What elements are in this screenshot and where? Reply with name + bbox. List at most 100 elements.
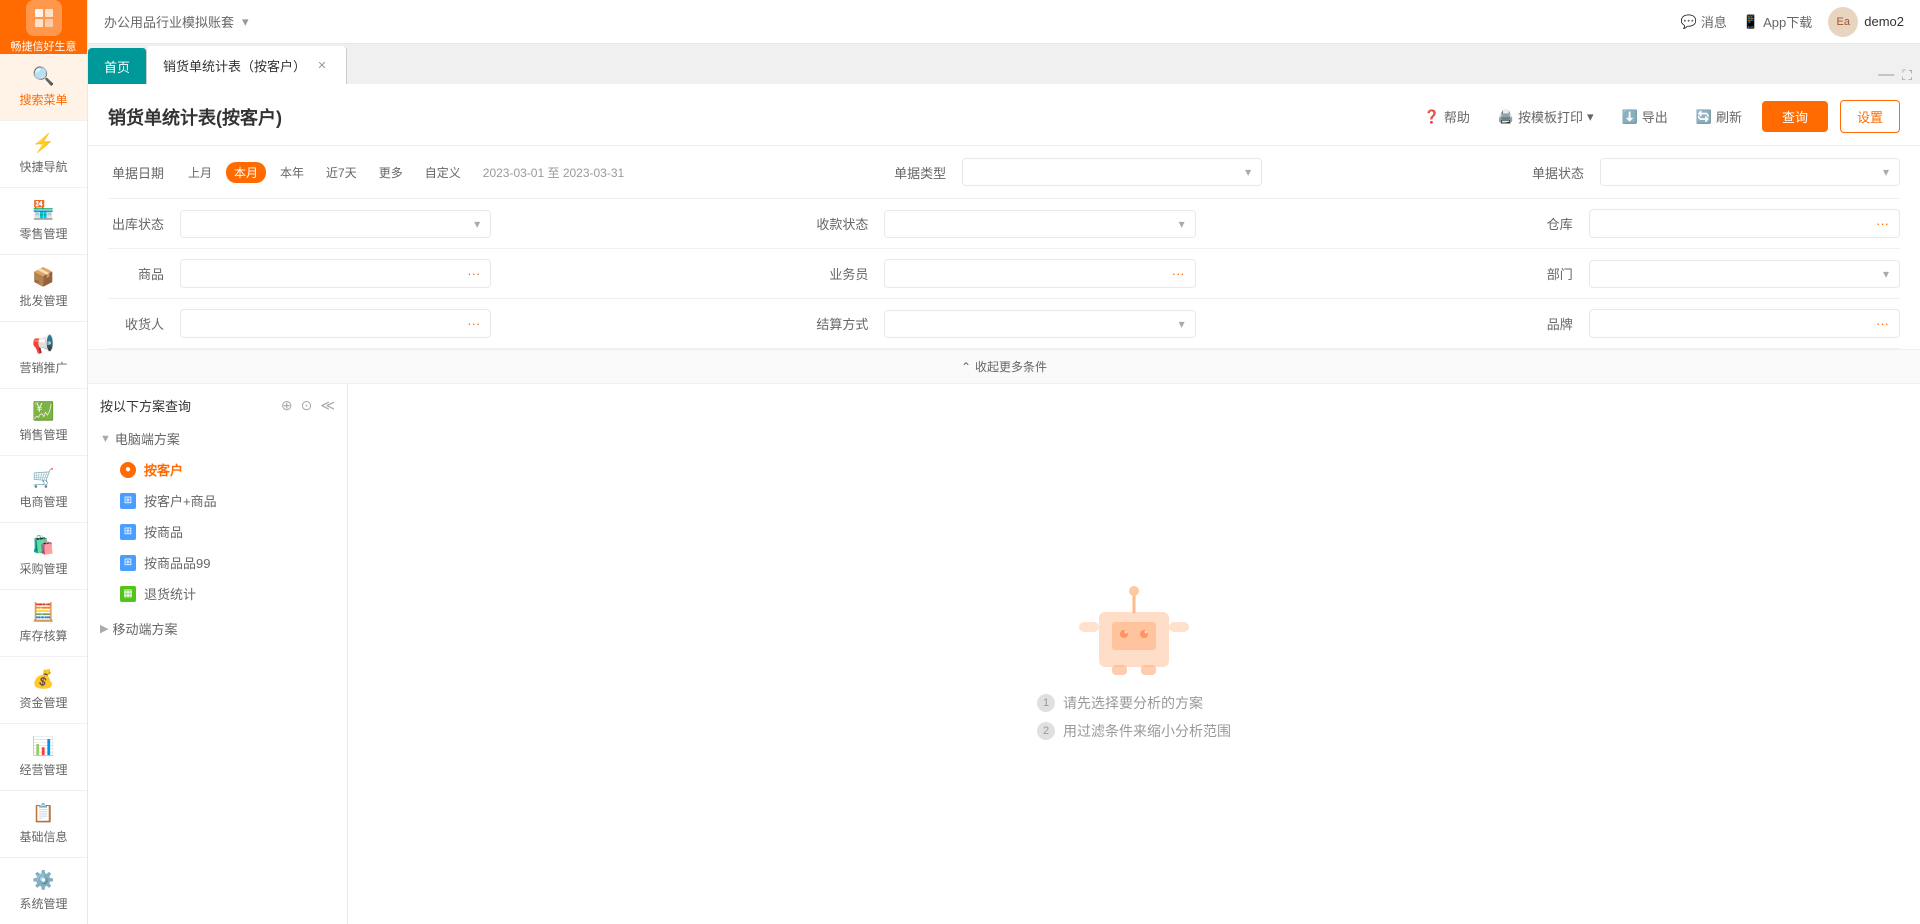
scheme-item-by-goods-99[interactable]: ⊞ 按商品品99 bbox=[88, 547, 347, 578]
tab-sales-stat[interactable]: 销货单统计表（按客户） ✕ bbox=[147, 46, 347, 84]
sidebar-item-label: 营销推广 bbox=[4, 359, 84, 376]
salesperson-field[interactable]: ··· bbox=[884, 259, 1195, 288]
settings-scheme-icon[interactable]: ⊙ bbox=[301, 397, 313, 414]
date-tab-lastmonth[interactable]: 上月 bbox=[180, 162, 220, 183]
sidebar-item-search[interactable]: 🔍 搜索菜单 bbox=[0, 54, 88, 121]
system-icon: ⚙️ bbox=[4, 870, 84, 891]
sidebar-item-system[interactable]: ⚙️ 系统管理 bbox=[0, 858, 88, 924]
scheme-item-return-stat[interactable]: ▦ 退货统计 bbox=[88, 578, 347, 609]
scheme-group-mobile: ▶ 移动端方案 bbox=[88, 613, 347, 644]
collapse-bar[interactable]: ⌃ 收起更多条件 bbox=[88, 349, 1920, 384]
hint-num-2: 2 bbox=[1037, 722, 1055, 740]
warehouse-field[interactable]: ··· bbox=[1589, 209, 1900, 238]
sidebar-item-retail[interactable]: 🏪 零售管理 bbox=[0, 188, 88, 255]
retail-icon: 🏪 bbox=[4, 200, 84, 221]
date-tab-custom[interactable]: 自定义 bbox=[417, 162, 469, 183]
dept-select[interactable]: ▾ bbox=[1589, 260, 1900, 288]
out-status-select[interactable]: ▾ bbox=[180, 210, 491, 238]
top-header: 办公用品行业模拟账套 ▾ 💬 消息 📱 App下载 Ea demo2 bbox=[88, 0, 1920, 44]
settings-button[interactable]: 设置 bbox=[1840, 100, 1900, 133]
date-tab-thisyear[interactable]: 本年 bbox=[272, 162, 312, 183]
help-button[interactable]: ❓ 帮助 bbox=[1416, 103, 1478, 130]
order-type-label: 单据类型 bbox=[890, 163, 946, 182]
export-button[interactable]: ⬇️ 导出 bbox=[1614, 103, 1676, 130]
app-download-button[interactable]: 📱 App下载 bbox=[1743, 12, 1812, 31]
receive-status-select[interactable]: ▾ bbox=[884, 210, 1195, 238]
basic-icon: 📋 bbox=[4, 803, 84, 824]
salesperson-label: 业务员 bbox=[812, 264, 868, 283]
scheme-panel: 按以下方案查询 ⊕ ⊙ ≪ ▼ 电脑端方案 ● 按客户 bbox=[88, 384, 348, 924]
receiver-field[interactable]: ··· bbox=[180, 309, 491, 338]
order-type-select[interactable]: ▾ bbox=[962, 158, 1262, 186]
logo-subtitle: 畅捷信好生意 bbox=[11, 38, 77, 54]
brand-field[interactable]: ··· bbox=[1589, 309, 1900, 338]
hint-text-2: 用过滤条件来缩小分析范围 bbox=[1063, 721, 1231, 741]
sidebar-item-sales[interactable]: 💹 销售管理 bbox=[0, 389, 88, 456]
inventory-icon: 🧮 bbox=[4, 602, 84, 623]
empty-hint-2: 2 用过滤条件来缩小分析范围 bbox=[1037, 721, 1231, 741]
sidebar-item-label: 零售管理 bbox=[4, 225, 84, 242]
sidebar-item-ecommerce[interactable]: 🛒 电商管理 bbox=[0, 456, 88, 523]
scheme-item-by-customer-goods[interactable]: ⊞ 按客户+商品 bbox=[88, 485, 347, 516]
sidebar-item-ops[interactable]: 📊 经营管理 bbox=[0, 724, 88, 791]
sidebar-item-wholesale[interactable]: 📦 批发管理 bbox=[0, 255, 88, 322]
collapse-scheme-icon[interactable]: ≪ bbox=[320, 397, 335, 414]
ops-icon: 📊 bbox=[4, 736, 84, 757]
sidebar-item-label: 资金管理 bbox=[4, 694, 84, 711]
sidebar: 畅捷信好生意 🔍 搜索菜单 ⚡ 快捷导航 🏪 零售管理 📦 批发管理 📢 营销推… bbox=[0, 0, 88, 924]
sales-icon: 💹 bbox=[4, 401, 84, 422]
sidebar-item-basic[interactable]: 📋 基础信息 bbox=[0, 791, 88, 858]
maximize-icon[interactable]: ⛶ bbox=[1902, 67, 1912, 84]
ecommerce-icon: 🛒 bbox=[4, 468, 84, 489]
scheme-item-label: 按客户+商品 bbox=[144, 491, 217, 510]
date-tab-more[interactable]: 更多 bbox=[371, 162, 411, 183]
scheme-group-desktop-label: 电脑端方案 bbox=[115, 429, 180, 448]
sidebar-item-finance[interactable]: 💰 资金管理 bbox=[0, 657, 88, 724]
warehouse-label: 仓库 bbox=[1517, 214, 1573, 233]
add-scheme-icon[interactable]: ⊕ bbox=[281, 397, 293, 414]
refresh-button[interactable]: 🔄 刷新 bbox=[1688, 103, 1750, 130]
logo[interactable]: 畅捷信好生意 bbox=[0, 0, 88, 54]
sidebar-item-inventory[interactable]: 🧮 库存核算 bbox=[0, 590, 88, 657]
page-content: 销货单统计表(按客户) ❓ 帮助 🖨️ 按模板打印 ▾ ⬇️ 导出 🔄 刷新 bbox=[88, 84, 1920, 924]
message-icon: 💬 bbox=[1681, 14, 1697, 30]
brand-dots: ··· bbox=[1876, 316, 1889, 331]
page-header: 销货单统计表(按客户) ❓ 帮助 🖨️ 按模板打印 ▾ ⬇️ 导出 🔄 刷新 bbox=[88, 84, 1920, 146]
scheme-item-by-customer[interactable]: ● 按客户 bbox=[88, 454, 347, 485]
sidebar-item-quicknav[interactable]: ⚡ 快捷导航 bbox=[0, 121, 88, 188]
minimize-icon[interactable]: — bbox=[1878, 66, 1894, 84]
message-button[interactable]: 💬 消息 bbox=[1681, 12, 1727, 31]
date-tab-thismonth[interactable]: 本月 bbox=[226, 162, 266, 183]
order-status-select[interactable]: ▾ bbox=[1600, 158, 1900, 186]
goods-field[interactable]: ··· bbox=[180, 259, 491, 288]
scheme-panel-icons: ⊕ ⊙ ≪ bbox=[281, 397, 335, 414]
collapse-label: 收起更多条件 bbox=[975, 358, 1047, 375]
refresh-label: 刷新 bbox=[1716, 107, 1742, 126]
scheme-panel-title: 按以下方案查询 bbox=[100, 396, 191, 415]
user-menu[interactable]: Ea demo2 bbox=[1828, 7, 1904, 37]
sidebar-item-marketing[interactable]: 📢 营销推广 bbox=[0, 322, 88, 389]
receive-status-label: 收款状态 bbox=[812, 214, 868, 233]
wholesale-icon: 📦 bbox=[4, 267, 84, 288]
scheme-item-by-goods[interactable]: ⊞ 按商品 bbox=[88, 516, 347, 547]
settlement-select[interactable]: ▾ bbox=[884, 310, 1195, 338]
query-button[interactable]: 查询 bbox=[1762, 101, 1828, 132]
tab-home[interactable]: 首页 bbox=[88, 48, 147, 84]
scheme-group-mobile-header[interactable]: ▶ 移动端方案 bbox=[88, 613, 347, 644]
sidebar-item-purchase[interactable]: 🛍️ 采购管理 bbox=[0, 523, 88, 590]
breadcrumb: 办公用品行业模拟账套 bbox=[104, 12, 234, 31]
scheme-group-desktop-header[interactable]: ▼ 电脑端方案 bbox=[88, 423, 347, 454]
tab-bar: 首页 销货单统计表（按客户） ✕ — ⛶ bbox=[88, 44, 1920, 84]
hint-text-1: 请先选择要分析的方案 bbox=[1063, 693, 1203, 713]
scheme-item-label: 按客户 bbox=[144, 460, 183, 479]
tab-close-icon[interactable]: ✕ bbox=[314, 57, 330, 73]
header-left: 办公用品行业模拟账套 ▾ bbox=[104, 12, 249, 31]
logo-icon bbox=[26, 0, 62, 36]
template-print-button[interactable]: 🖨️ 按模板打印 ▾ bbox=[1490, 103, 1602, 130]
scheme-item-icon-by-customer: ● bbox=[120, 462, 136, 478]
right-panel: 1 请先选择要分析的方案 2 用过滤条件来缩小分析范围 bbox=[348, 384, 1920, 924]
date-range-display: 2023-03-01 至 2023-03-31 bbox=[483, 164, 624, 181]
date-tab-7days[interactable]: 近7天 bbox=[318, 162, 365, 183]
empty-hints: 1 请先选择要分析的方案 2 用过滤条件来缩小分析范围 bbox=[1037, 693, 1231, 741]
nav-icon: ⚡ bbox=[4, 133, 84, 154]
